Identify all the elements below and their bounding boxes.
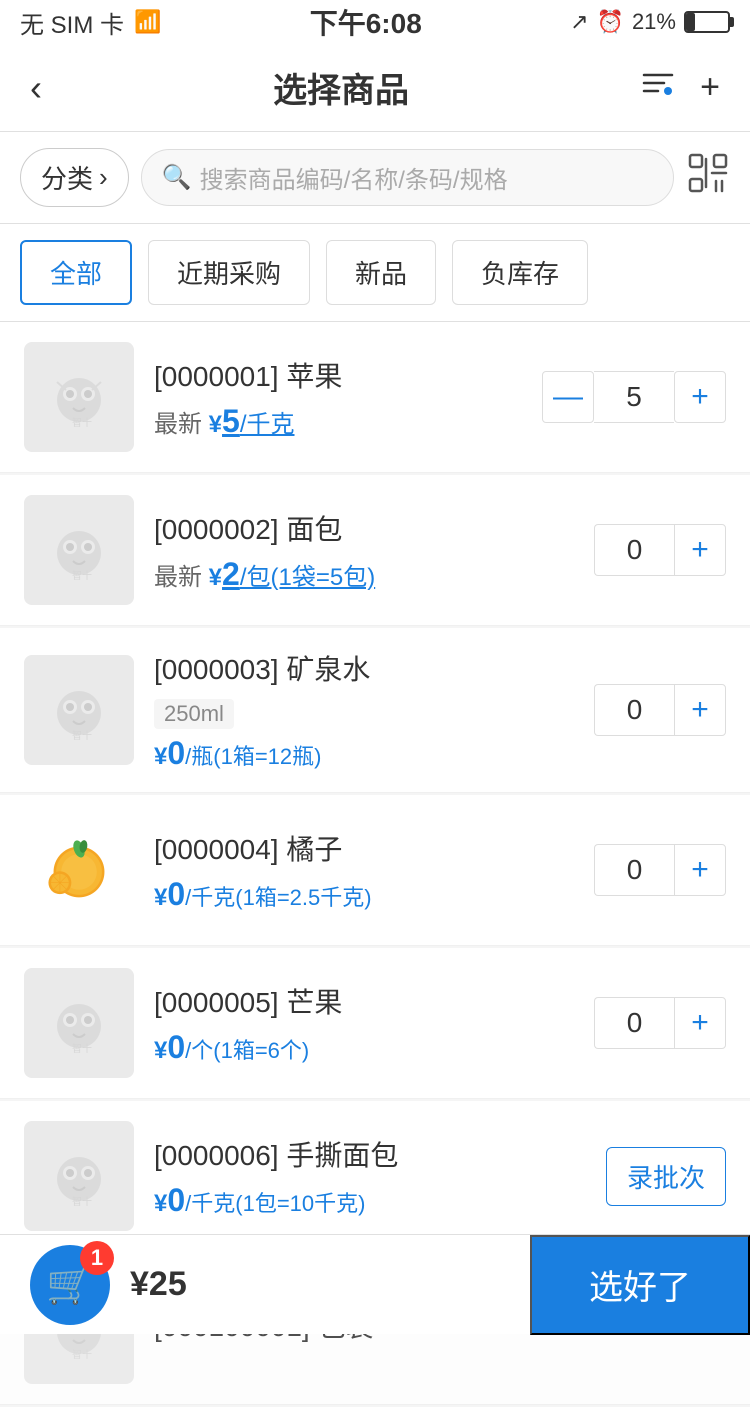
svg-text:智十: 智十 (72, 416, 92, 429)
qty-plus-button[interactable]: + (674, 844, 726, 896)
back-button[interactable]: ‹ (30, 67, 42, 109)
product-info: [0000001] 苹果 最新 ¥5/千克 (154, 355, 542, 440)
tab-recent[interactable]: 近期采购 (148, 240, 310, 305)
product-name: [0000002] 面包 (154, 508, 594, 548)
product-item: [0000004] 橘子 ¥0/千克(1箱=2.5千克) + (0, 795, 750, 946)
product-thumbnail: 智十 (24, 968, 134, 1078)
cart-area: 🛒 1 ¥25 (0, 1245, 530, 1325)
alarm-icon: ⏰ (597, 9, 624, 35)
qty-input[interactable] (594, 844, 674, 896)
product-item: 智十 [0000002] 面包 最新 ¥2/包(1袋=5包) + (0, 475, 750, 626)
page-title: 选择商品 (273, 63, 409, 112)
wifi-icon: 📶 (134, 9, 161, 35)
tab-new[interactable]: 新品 (326, 240, 436, 305)
nav-bar: ‹ 选择商品 + (0, 44, 750, 132)
cart-total: ¥25 (130, 1265, 187, 1304)
qty-plus-button[interactable]: + (674, 524, 726, 576)
filter-icon[interactable] (640, 65, 676, 110)
status-time: 下午6:08 (310, 2, 422, 42)
product-thumbnail: 智十 (24, 342, 134, 452)
product-info: [0000005] 芒果 ¥0/个(1箱=6个) (154, 981, 594, 1066)
product-price: ¥0/个(1箱=6个) (154, 1029, 594, 1066)
bottom-bar: 🛒 1 ¥25 选好了 (0, 1234, 750, 1334)
qty-minus-button[interactable]: — (542, 371, 594, 423)
battery-icon (684, 11, 730, 33)
qty-plus-button[interactable]: + (674, 371, 726, 423)
qty-control: + (594, 524, 726, 576)
cart-icon-wrap[interactable]: 🛒 1 (30, 1245, 110, 1325)
confirm-button[interactable]: 选好了 (530, 1235, 750, 1335)
qty-input[interactable] (594, 684, 674, 736)
product-thumbnail: 智十 (24, 495, 134, 605)
svg-text:智十: 智十 (72, 569, 92, 582)
product-item: 智十 [0000003] 矿泉水 250ml ¥0/瓶(1箱=12瓶) + (0, 628, 750, 793)
status-right: ↗ ⏰ 21% (570, 9, 730, 35)
product-price: ¥0/瓶(1箱=12瓶) (154, 735, 594, 772)
product-info: [0000003] 矿泉水 250ml ¥0/瓶(1箱=12瓶) (154, 648, 594, 772)
status-bar: 无 SIM 卡 📶 下午6:08 ↗ ⏰ 21% (0, 0, 750, 44)
svg-text:智十: 智十 (72, 729, 92, 742)
category-button[interactable]: 分类 › (20, 148, 129, 207)
qty-control: — + (542, 371, 726, 423)
category-label: 分类 (41, 159, 93, 196)
location-icon: ↗ (570, 9, 588, 35)
carrier-label: 无 SIM 卡 (20, 5, 124, 40)
product-name: [0000004] 橘子 (154, 828, 594, 868)
cart-badge: 1 (80, 1241, 114, 1275)
product-thumbnail (24, 815, 134, 925)
svg-text:智十: 智十 (72, 1348, 92, 1361)
batch-button[interactable]: 录批次 (606, 1147, 726, 1206)
scan-icon[interactable] (686, 151, 730, 204)
qty-plus-button[interactable]: + (674, 684, 726, 736)
svg-text:智十: 智十 (72, 1195, 92, 1208)
qty-input[interactable] (594, 997, 674, 1049)
qty-control: + (594, 684, 726, 736)
product-item: 智十 [0000006] 手撕面包 ¥0/千克(1包=10千克) 录批次 (0, 1101, 750, 1252)
product-name: [0000006] 手撕面包 (154, 1134, 606, 1174)
product-name: [0000005] 芒果 (154, 981, 594, 1021)
product-info: [0000004] 橘子 ¥0/千克(1箱=2.5千克) (154, 828, 594, 913)
product-name: [0000003] 矿泉水 (154, 648, 594, 688)
product-price: 最新 ¥5/千克 (154, 403, 542, 440)
qty-plus-button[interactable]: + (674, 997, 726, 1049)
svg-text:智十: 智十 (72, 1042, 92, 1055)
tab-all[interactable]: 全部 (20, 240, 132, 305)
qty-control: + (594, 844, 726, 896)
product-thumbnail: 智十 (24, 655, 134, 765)
product-name: [0000001] 苹果 (154, 355, 542, 395)
product-info: [0000002] 面包 最新 ¥2/包(1袋=5包) (154, 508, 594, 593)
qty-control: + (594, 997, 726, 1049)
search-icon: 🔍 (162, 163, 192, 192)
product-price: ¥0/千克(1包=10千克) (154, 1182, 606, 1219)
product-price: ¥0/千克(1箱=2.5千克) (154, 876, 594, 913)
tab-negative[interactable]: 负库存 (452, 240, 588, 305)
add-button[interactable]: + (700, 68, 720, 107)
nav-actions: + (640, 65, 720, 110)
product-thumbnail: 智十 (24, 1121, 134, 1231)
search-placeholder: 搜索商品编码/名称/条码/规格 (200, 160, 508, 195)
product-item: 智十 [0000001] 苹果 最新 ¥5/千克 — + (0, 322, 750, 473)
product-spec: 250ml (154, 699, 234, 729)
product-price: 最新 ¥2/包(1袋=5包) (154, 556, 594, 593)
status-left: 无 SIM 卡 📶 (20, 5, 161, 40)
search-box[interactable]: 🔍 搜索商品编码/名称/条码/规格 (141, 149, 674, 206)
tab-bar: 全部 近期采购 新品 负库存 (0, 224, 750, 322)
category-chevron-icon: › (99, 162, 108, 193)
qty-input[interactable] (594, 371, 674, 423)
filter-bar: 分类 › 🔍 搜索商品编码/名称/条码/规格 (0, 132, 750, 224)
qty-input[interactable] (594, 524, 674, 576)
product-item: 智十 [0000005] 芒果 ¥0/个(1箱=6个) + (0, 948, 750, 1099)
product-info: [0000006] 手撕面包 ¥0/千克(1包=10千克) (154, 1134, 606, 1219)
battery-percent: 21% (632, 9, 676, 35)
